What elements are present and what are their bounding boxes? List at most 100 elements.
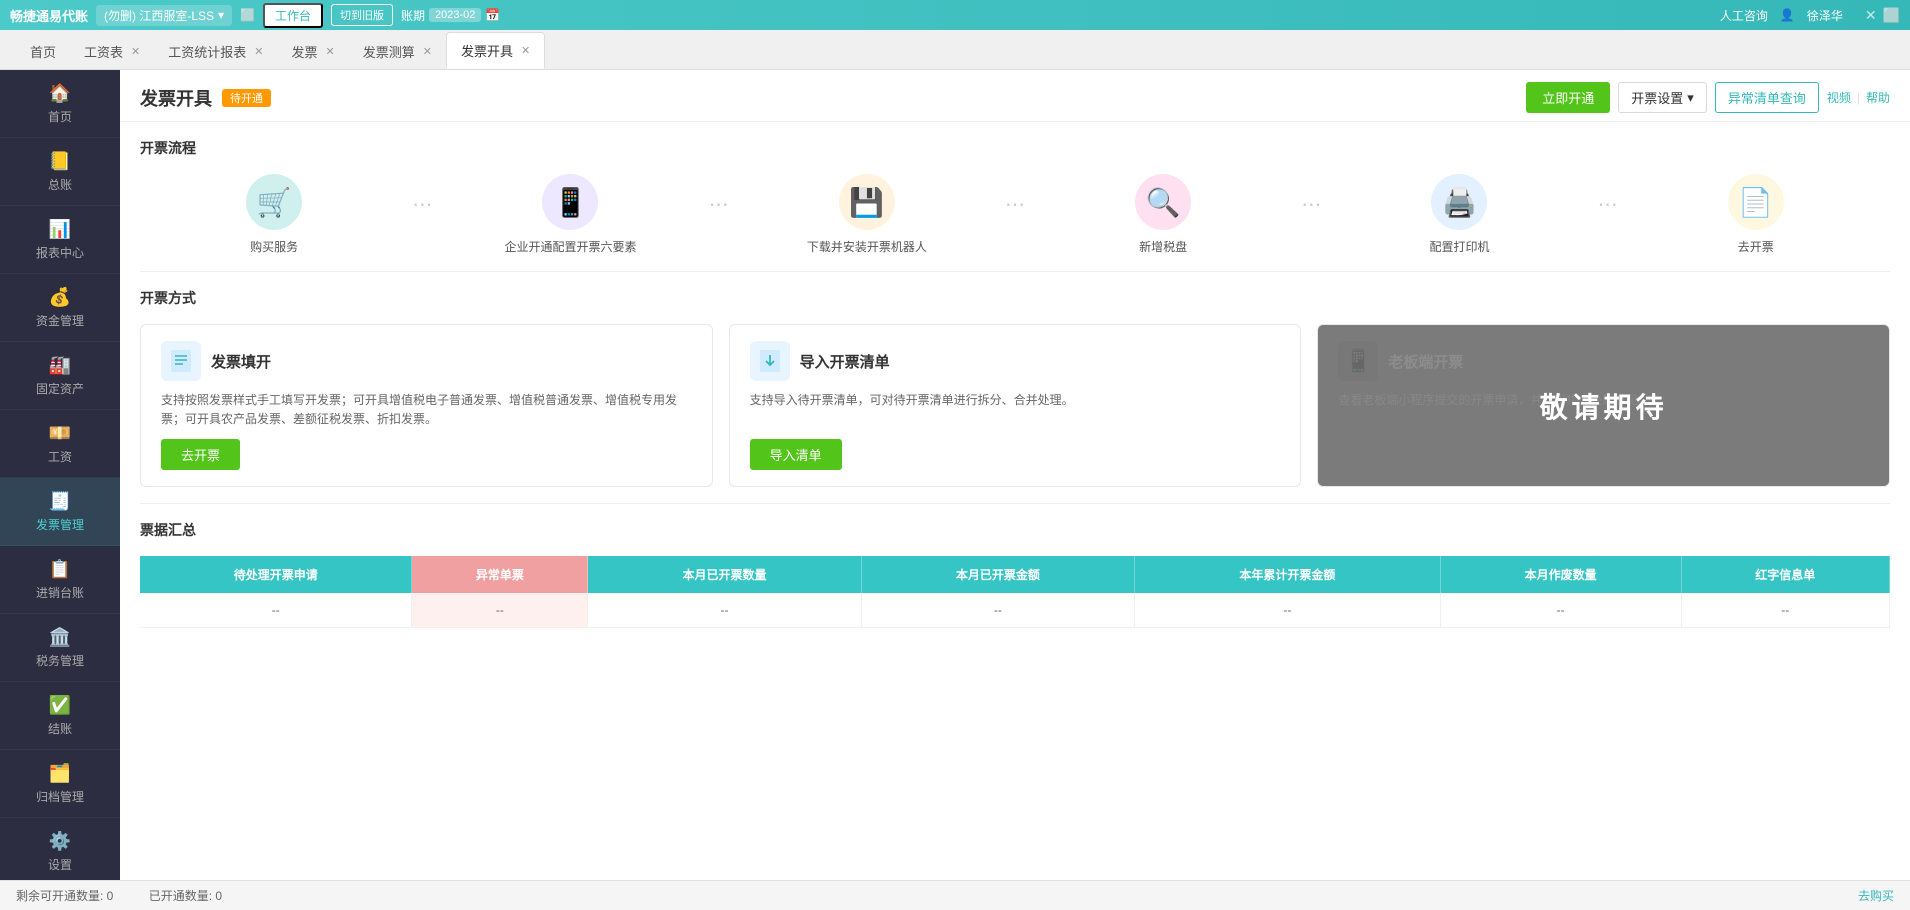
company-selector[interactable]: (勿删) 江西服室-LSS ▾ [96, 5, 232, 26]
invoice-icon: 🧾 [49, 490, 71, 512]
summary-section: 票据汇总 待处理开票申请 异常单票 本月已开票数量 本月已开票金额 本年累计开票… [120, 504, 1910, 644]
tab-payroll-report-close[interactable]: ✕ [254, 45, 263, 58]
tab-home-label: 首页 [30, 42, 56, 61]
window-controls: ✕ ⬜ [1865, 7, 1900, 24]
method-section: 开票方式 发票填开 支持按照发票样式手工填写开发票；可开具增值税电子普通发票、增… [120, 272, 1910, 503]
flow-section: 开票流程 🛒 购买服务 ⋯ 📱 企业开通配置开票六要素 ⋯ 💾 下载并安装开票机… [120, 122, 1910, 271]
col-header-3: 本月已开票金额 [861, 556, 1134, 593]
tab-home[interactable]: 首页 [16, 34, 70, 69]
page-title-bar: 发票开具 待开通 立即开通 开票设置 ▾ 异常清单查询 视频 | 帮助 [120, 70, 1910, 122]
reports-icon: 📊 [49, 218, 71, 240]
flow-step-3: 🔍 新增税盘 [1029, 174, 1297, 255]
sidebar-item-ledger[interactable]: 📒 总账 [0, 138, 120, 206]
open-settings-button[interactable]: 开票设置 ▾ [1618, 82, 1707, 113]
tab-payroll[interactable]: 工资表 ✕ [70, 34, 154, 69]
maximize-icon[interactable]: ⬜ [1883, 7, 1900, 24]
help-label[interactable]: 帮助 [1866, 89, 1890, 106]
tab-payroll-report[interactable]: 工资统计报表 ✕ [154, 34, 277, 69]
bottom-bar-info: 剩余可开通数量: 0 已开通数量: 0 [16, 887, 222, 904]
assets-icon: 🏭 [49, 354, 71, 376]
coming-soon-text: 敬请期待 [1540, 386, 1668, 426]
close-icon[interactable]: ✕ [1865, 7, 1877, 24]
method-cards: 发票填开 支持按照发票样式手工填写开发票；可开具增值税电子普通发票、增值税普通发… [140, 324, 1890, 487]
flow-step-0-label: 购买服务 [250, 238, 298, 255]
flow-step-3-icon: 🔍 [1135, 174, 1191, 230]
funds-icon: 💰 [49, 286, 71, 308]
method-card-1-icon [750, 341, 790, 381]
help-views[interactable]: 视频 [1827, 89, 1851, 106]
user-service[interactable]: 人工咨询 [1720, 7, 1768, 24]
chevron-down-icon: ▾ [218, 8, 224, 22]
sidebar-item-tax-label: 税务管理 [36, 652, 84, 669]
sidebar-item-assets[interactable]: 🏭 固定资产 [0, 342, 120, 410]
calendar-icon: 📅 [485, 8, 500, 22]
tab-invoice-label: 发票 [291, 42, 317, 61]
col-header-0: 待处理开票申请 [140, 556, 412, 593]
sidebar-item-archive[interactable]: 🗂️ 归档管理 [0, 750, 120, 818]
sidebar-item-settle[interactable]: ✅ 结账 [0, 682, 120, 750]
method-card-0-header: 发票填开 [161, 341, 692, 381]
switch-version-button[interactable]: 切到旧版 [331, 4, 393, 26]
cell-1: -- [412, 593, 588, 628]
workspace-button[interactable]: 工作台 [263, 3, 323, 28]
summary-section-title: 票据汇总 [140, 520, 1890, 540]
period-selector[interactable]: 账期 2023-02 📅 [401, 7, 500, 24]
flow-steps: 🛒 购买服务 ⋯ 📱 企业开通配置开票六要素 ⋯ 💾 下载并安装开票机器人 ⋯ … [140, 174, 1890, 255]
period-label: 账期 [401, 7, 425, 24]
sidebar-item-invoice[interactable]: 🧾 发票管理 [0, 478, 120, 546]
flow-arrow-2: ⋯ [1001, 192, 1029, 217]
cell-4: -- [1134, 593, 1440, 628]
period-value: 2023-02 [429, 8, 481, 22]
opened-label: 已开通数量: 0 [149, 889, 222, 903]
anomaly-query-button[interactable]: 异常清单查询 [1715, 82, 1819, 113]
tab-invoice-issue[interactable]: 发票开具 ✕ [446, 32, 545, 69]
flow-step-5: 📄 去开票 [1622, 174, 1890, 255]
method-card-0-btn[interactable]: 去开票 [161, 439, 240, 470]
col-header-5: 本月作废数量 [1440, 556, 1681, 593]
bottom-bar: 剩余可开通数量: 0 已开通数量: 0 去购买 [0, 880, 1910, 910]
tab-payroll-close[interactable]: ✕ [131, 45, 140, 58]
cell-3: -- [861, 593, 1134, 628]
sidebar-item-settings-label: 设置 [48, 856, 72, 873]
sidebar-item-assets-label: 固定资产 [36, 380, 84, 397]
sidebar-item-tax[interactable]: 🏛️ 税务管理 [0, 614, 120, 682]
tab-invoice-issue-close[interactable]: ✕ [521, 44, 530, 57]
tab-invoice-close[interactable]: ✕ [326, 45, 335, 58]
user-name[interactable]: 徐泽华 [1807, 7, 1843, 24]
sidebar-item-funds[interactable]: 💰 资金管理 [0, 274, 120, 342]
col-header-6: 红字信息单 [1681, 556, 1889, 593]
sidebar-item-reports[interactable]: 📊 报表中心 [0, 206, 120, 274]
open-now-button[interactable]: 立即开通 [1526, 82, 1610, 113]
method-card-0: 发票填开 支持按照发票样式手工填写开发票；可开具增值税电子普通发票、增值税普通发… [140, 324, 713, 487]
flow-step-3-label: 新增税盘 [1139, 238, 1187, 255]
sidebar-item-settings[interactable]: ⚙️ 设置 [0, 818, 120, 880]
flow-step-1: 📱 企业开通配置开票六要素 [436, 174, 704, 255]
method-card-2: 📱 老板端开票 查看老板端小程序提交的开票申请，并作出相应处理意见 敬请期待 [1317, 324, 1890, 487]
coming-soon-overlay: 敬请期待 [1318, 325, 1889, 486]
sidebar-item-ledger-label: 总账 [48, 176, 72, 193]
settle-icon: ✅ [49, 694, 71, 716]
page-title-left: 发票开具 待开通 [140, 85, 271, 111]
tab-invoice-calc[interactable]: 发票测算 ✕ [349, 34, 446, 69]
tab-invoice-calc-close[interactable]: ✕ [423, 45, 432, 58]
app-logo: 畅捷通易代账 [10, 6, 88, 25]
tab-invoice[interactable]: 发票 ✕ [277, 34, 348, 69]
sidebar-item-purchase-sales[interactable]: 📋 进销台账 [0, 546, 120, 614]
chevron-down-icon: ▾ [1687, 90, 1694, 106]
flow-step-4-label: 配置打印机 [1429, 238, 1489, 255]
top-bar-left: 畅捷通易代账 (勿删) 江西服室-LSS ▾ ⬜ 工作台 切到旧版 账期 202… [10, 3, 500, 28]
payroll-icon: 💴 [49, 422, 71, 444]
tab-payroll-report-label: 工资统计报表 [168, 42, 246, 61]
summary-table-row: -- -- -- -- -- -- -- [140, 593, 1890, 628]
sidebar-item-payroll[interactable]: 💴 工资 [0, 410, 120, 478]
method-card-1-btn[interactable]: 导入清单 [750, 439, 842, 470]
sidebar-item-purchase-sales-label: 进销台账 [36, 584, 84, 601]
flow-step-2: 💾 下载并安装开票机器人 [733, 174, 1001, 255]
col-header-4: 本年累计开票金额 [1134, 556, 1440, 593]
summary-table-header-row: 待处理开票申请 异常单票 本月已开票数量 本月已开票金额 本年累计开票金额 本月… [140, 556, 1890, 593]
flow-section-title: 开票流程 [140, 138, 1890, 158]
buy-link[interactable]: 去购买 [1858, 887, 1894, 904]
top-bar-right: 人工咨询 👤 徐泽华 ✕ ⬜ [1720, 7, 1900, 24]
sidebar-item-home[interactable]: 🏠 首页 [0, 70, 120, 138]
method-card-1-title: 导入开票清单 [800, 351, 890, 372]
